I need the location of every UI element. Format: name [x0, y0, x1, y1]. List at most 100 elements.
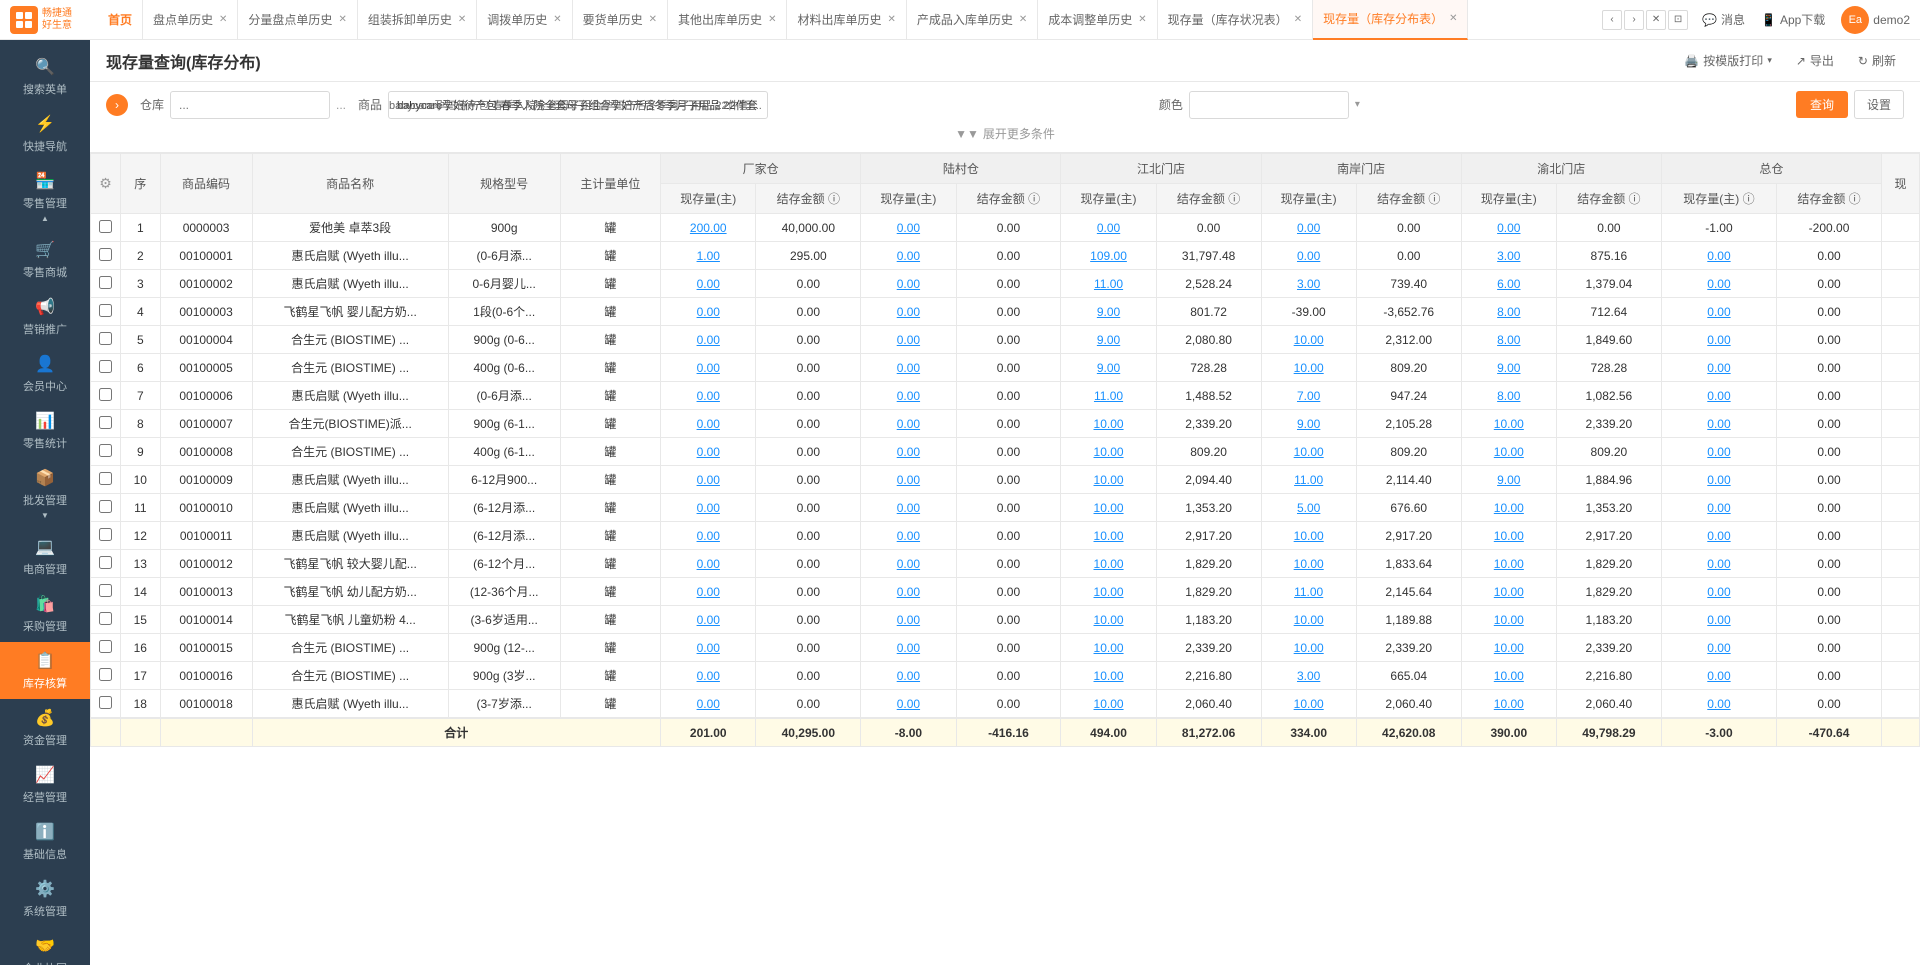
cell-total-stock[interactable]: 0.00 [1661, 298, 1776, 326]
goods-input[interactable] [388, 91, 768, 119]
cell-nangan-stock[interactable]: 9.00 [1261, 410, 1356, 438]
cell-jiangbei-stock[interactable]: 11.00 [1061, 382, 1156, 410]
cell-lujia-stock[interactable]: 0.00 [861, 214, 956, 242]
cell-jiangbei-stock[interactable]: 10.00 [1061, 438, 1156, 466]
cell-check[interactable] [91, 410, 121, 438]
cell-factory-stock[interactable]: 0.00 [661, 662, 756, 690]
cell-factory-stock[interactable]: 0.00 [661, 578, 756, 606]
cell-check[interactable] [91, 550, 121, 578]
cell-total-stock[interactable]: 0.00 [1661, 270, 1776, 298]
cell-total-stock[interactable]: 0.00 [1661, 662, 1776, 690]
cell-nangan-stock[interactable]: 10.00 [1261, 634, 1356, 662]
cell-yubei-stock[interactable]: 10.00 [1461, 662, 1556, 690]
cell-jiangbei-stock[interactable]: 11.00 [1061, 270, 1156, 298]
cell-lujia-stock[interactable]: 0.00 [861, 578, 956, 606]
cell-total-stock[interactable]: 0.00 [1661, 326, 1776, 354]
sidebar-item-search[interactable]: 🔍 搜索英单 [0, 48, 90, 105]
color-dropdown-icon[interactable]: ▾ [1355, 99, 1360, 110]
cell-factory-stock[interactable]: 0.00 [661, 634, 756, 662]
cell-check[interactable] [91, 662, 121, 690]
cell-total-stock[interactable]: 0.00 [1661, 242, 1776, 270]
cell-nangan-stock[interactable]: 10.00 [1261, 522, 1356, 550]
cell-jiangbei-stock[interactable]: 10.00 [1061, 466, 1156, 494]
tab-material-out[interactable]: 材料出库单历史 ✕ [787, 0, 906, 40]
sidebar-item-stock[interactable]: 📋 库存核算 [0, 642, 90, 699]
cell-yubei-stock[interactable]: 8.00 [1461, 382, 1556, 410]
cell-check[interactable] [91, 494, 121, 522]
tab-allot[interactable]: 调拨单历史 ✕ [477, 0, 572, 40]
cell-nangan-stock[interactable]: 10.00 [1261, 690, 1356, 719]
cell-nangan-stock[interactable]: 3.00 [1261, 662, 1356, 690]
sidebar-item-marketing[interactable]: 📢 营销推广 [0, 288, 90, 345]
sidebar-item-basic[interactable]: ℹ️ 基础信息 [0, 813, 90, 870]
cell-yubei-stock[interactable]: 10.00 [1461, 634, 1556, 662]
download-btn[interactable]: 📱 App下载 [1761, 11, 1825, 28]
export-btn[interactable]: ↗ 导出 [1788, 48, 1842, 73]
cell-factory-stock[interactable]: 0.00 [661, 382, 756, 410]
expand-conditions[interactable]: ▼▼ 展开更多条件 [106, 123, 1904, 144]
row-checkbox[interactable] [99, 640, 112, 653]
sidebar-item-enterprise[interactable]: 🤝 企业协同 [0, 927, 90, 965]
cell-lujia-stock[interactable]: 0.00 [861, 550, 956, 578]
cell-total-stock[interactable]: 0.00 [1661, 522, 1776, 550]
cell-jiangbei-stock[interactable]: 109.00 [1061, 242, 1156, 270]
cell-lujia-stock[interactable]: 0.00 [861, 242, 956, 270]
cell-lujia-stock[interactable]: 0.00 [861, 382, 956, 410]
cell-nangan-stock[interactable]: 10.00 [1261, 606, 1356, 634]
tab-stock-dist[interactable]: 现存量（库存分布表） ✕ [1313, 0, 1468, 40]
row-checkbox[interactable] [99, 500, 112, 513]
cell-yubei-stock[interactable]: 0.00 [1461, 214, 1556, 242]
row-checkbox[interactable] [99, 528, 112, 541]
row-checkbox[interactable] [99, 276, 112, 289]
cell-total-stock[interactable]: 0.00 [1661, 354, 1776, 382]
tab-split-count[interactable]: 分量盘点单历史 ✕ [238, 0, 357, 40]
row-checkbox[interactable] [99, 556, 112, 569]
cell-nangan-stock[interactable]: 10.00 [1261, 326, 1356, 354]
sidebar-item-retail-stats[interactable]: 📊 零售统计 [0, 402, 90, 459]
cell-yubei-stock[interactable]: 10.00 [1461, 438, 1556, 466]
tab-cost-adjust[interactable]: 成本调整单历史 ✕ [1038, 0, 1157, 40]
user-menu-btn[interactable]: Ea demo2 [1841, 6, 1910, 34]
cell-nangan-stock[interactable]: 11.00 [1261, 578, 1356, 606]
row-checkbox[interactable] [99, 584, 112, 597]
messages-btn[interactable]: 💬 消息 [1702, 11, 1745, 28]
row-checkbox[interactable] [99, 444, 112, 457]
cell-lujia-stock[interactable]: 0.00 [861, 634, 956, 662]
cell-total-stock[interactable]: 0.00 [1661, 550, 1776, 578]
tab-nav-close[interactable]: ✕ [1646, 10, 1666, 30]
cell-lujia-stock[interactable]: 0.00 [861, 466, 956, 494]
cell-jiangbei-stock[interactable]: 10.00 [1061, 410, 1156, 438]
cell-jiangbei-stock[interactable]: 9.00 [1061, 326, 1156, 354]
warehouse-dots[interactable]: ... [336, 98, 346, 112]
cell-factory-stock[interactable]: 0.00 [661, 494, 756, 522]
cell-yubei-stock[interactable]: 8.00 [1461, 326, 1556, 354]
sidebar-item-member[interactable]: 👤 会员中心 [0, 345, 90, 402]
cell-check[interactable] [91, 354, 121, 382]
tab-close-split[interactable]: ✕ [338, 14, 346, 25]
cell-total-stock[interactable]: 0.00 [1661, 438, 1776, 466]
cell-jiangbei-stock[interactable]: 10.00 [1061, 690, 1156, 719]
cell-check[interactable] [91, 466, 121, 494]
cell-check[interactable] [91, 326, 121, 354]
row-checkbox[interactable] [99, 388, 112, 401]
sidebar-item-system[interactable]: ⚙️ 系统管理 [0, 870, 90, 927]
cell-nangan-stock[interactable]: 7.00 [1261, 382, 1356, 410]
setting-btn[interactable]: 设置 [1854, 90, 1904, 119]
tab-nav-next[interactable]: › [1624, 10, 1644, 30]
cell-jiangbei-stock[interactable]: 10.00 [1061, 606, 1156, 634]
cell-lujia-stock[interactable]: 0.00 [861, 298, 956, 326]
cell-total-stock[interactable]: 0.00 [1661, 634, 1776, 662]
cell-factory-stock[interactable]: 0.00 [661, 522, 756, 550]
cell-lujia-stock[interactable]: 0.00 [861, 606, 956, 634]
cell-nangan-stock[interactable]: 0.00 [1261, 214, 1356, 242]
tab-close-assemble[interactable]: ✕ [458, 14, 466, 25]
tab-close-allot[interactable]: ✕ [553, 14, 561, 25]
cell-check[interactable] [91, 634, 121, 662]
cell-factory-stock[interactable]: 0.00 [661, 438, 756, 466]
cell-nangan-stock[interactable]: 10.00 [1261, 550, 1356, 578]
cell-jiangbei-stock[interactable]: 10.00 [1061, 550, 1156, 578]
settings-icon[interactable]: ⚙ [99, 175, 112, 191]
cell-check[interactable] [91, 606, 121, 634]
cell-nangan-stock[interactable]: 10.00 [1261, 354, 1356, 382]
row-checkbox[interactable] [99, 360, 112, 373]
